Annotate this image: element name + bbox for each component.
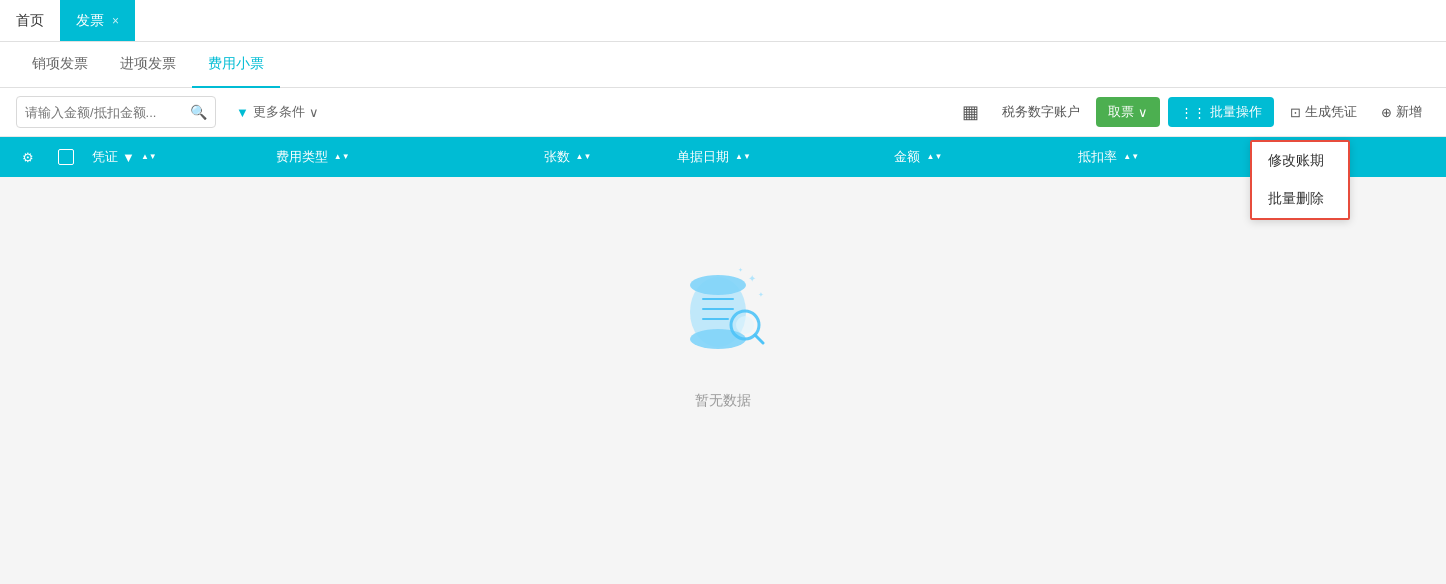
invoice-tab-close[interactable]: × xyxy=(112,14,119,28)
svg-point-1 xyxy=(690,275,746,295)
sub-navigation: 销项发票 进项发票 费用小票 xyxy=(0,42,1446,88)
take-ticket-button[interactable]: 取票 ∨ xyxy=(1096,97,1160,127)
empty-state: ✦ ✦ ✦ 暂无数据 xyxy=(0,177,1446,470)
top-navigation: 首页 发票 × xyxy=(0,0,1446,42)
search-input-wrap[interactable]: 🔍 xyxy=(16,96,216,128)
invoice-tab[interactable]: 发票 × xyxy=(60,0,135,41)
th-amount[interactable]: 金额 ▲▼ xyxy=(886,148,1070,166)
filter-arrow: ∨ xyxy=(309,105,319,120)
dropdown-item-batch-delete[interactable]: 批量删除 xyxy=(1252,180,1348,218)
svg-text:✦: ✦ xyxy=(738,267,743,273)
toolbar: 🔍 ▼ 更多条件 ∨ ▦ 税务数字账户 取票 ∨ ⋮⋮ 批量操作 ⊡ 生成凭证 xyxy=(0,88,1446,137)
th-count[interactable]: 张数 ▲▼ xyxy=(536,148,669,166)
take-ticket-arrow: ∨ xyxy=(1138,105,1148,120)
filter-button[interactable]: ▼ 更多条件 ∨ xyxy=(228,99,327,125)
count-sort-arrows: ▲▼ xyxy=(576,153,592,161)
batch-op-label: 批量操作 xyxy=(1210,103,1262,121)
filter-label: 更多条件 xyxy=(253,103,305,121)
take-ticket-label: 取票 xyxy=(1108,103,1134,121)
qr-button[interactable]: ▦ xyxy=(954,96,986,128)
th-deduct-rate[interactable]: 抵扣率 ▲▼ xyxy=(1070,148,1254,166)
toolbar-right: ▦ 税务数字账户 取票 ∨ ⋮⋮ 批量操作 ⊡ 生成凭证 ⊕ 新增 修 xyxy=(954,96,1430,128)
gen-voucher-icon: ⊡ xyxy=(1290,105,1301,120)
header-checkbox[interactable] xyxy=(58,149,74,165)
batch-operation-button[interactable]: ⋮⋮ 批量操作 xyxy=(1168,97,1274,127)
empty-state-icon: ✦ ✦ ✦ xyxy=(673,257,773,376)
sub-nav-expense-ticket[interactable]: 费用小票 xyxy=(192,42,280,88)
dropdown-item-modify-period[interactable]: 修改账期 xyxy=(1252,142,1348,180)
add-label: 新增 xyxy=(1396,103,1422,121)
qr-icon: ▦ xyxy=(962,101,979,123)
tax-digital-label: 税务数字账户 xyxy=(1002,103,1080,121)
add-icon: ⊕ xyxy=(1381,105,1392,120)
expense-type-sort-arrows: ▲▼ xyxy=(334,153,350,161)
add-button[interactable]: ⊕ 新增 xyxy=(1373,103,1430,121)
deduct-rate-sort-arrows: ▲▼ xyxy=(1123,153,1139,161)
th-checkbox[interactable] xyxy=(48,149,84,165)
svg-line-8 xyxy=(755,335,763,343)
svg-text:✦: ✦ xyxy=(748,273,756,284)
tax-digital-button[interactable]: 税务数字账户 xyxy=(994,103,1088,121)
date-sort-arrows: ▲▼ xyxy=(735,153,751,161)
filter-icon: ▼ xyxy=(236,105,249,120)
search-input[interactable] xyxy=(25,105,190,120)
home-nav-item[interactable]: 首页 xyxy=(0,0,60,41)
th-settings[interactable]: ⚙ xyxy=(8,150,48,165)
voucher-filter-icon: ▼ xyxy=(122,150,135,165)
svg-point-7 xyxy=(736,316,754,334)
search-icon[interactable]: 🔍 xyxy=(190,104,207,120)
gen-voucher-label: 生成凭证 xyxy=(1305,103,1357,121)
batch-op-icon: ⋮⋮ xyxy=(1180,105,1206,120)
amount-sort-arrows: ▲▼ xyxy=(926,153,942,161)
sub-nav-sales-invoice[interactable]: 销项发票 xyxy=(16,42,104,88)
gear-icon: ⚙ xyxy=(22,150,34,165)
th-expense-type[interactable]: 费用类型 ▲▼ xyxy=(268,148,536,166)
table-header: ⚙ 凭证 ▼ ▲▼ 费用类型 ▲▼ 张数 ▲▼ 单据日期 ▲▼ 金额 ▲▼ 抵扣… xyxy=(0,137,1446,177)
voucher-sort-arrows: ▲▼ xyxy=(141,153,157,161)
sub-nav-purchase-invoice[interactable]: 进项发票 xyxy=(104,42,192,88)
th-voucher[interactable]: 凭证 ▼ ▲▼ xyxy=(84,148,268,166)
th-date[interactable]: 单据日期 ▲▼ xyxy=(669,148,886,166)
invoice-tab-label: 发票 xyxy=(76,12,104,30)
svg-point-2 xyxy=(690,329,746,349)
batch-operation-dropdown: 修改账期 批量删除 xyxy=(1250,140,1350,220)
generate-voucher-button[interactable]: ⊡ 生成凭证 xyxy=(1282,103,1365,121)
svg-text:✦: ✦ xyxy=(758,291,764,298)
empty-state-text: 暂无数据 xyxy=(695,392,751,410)
